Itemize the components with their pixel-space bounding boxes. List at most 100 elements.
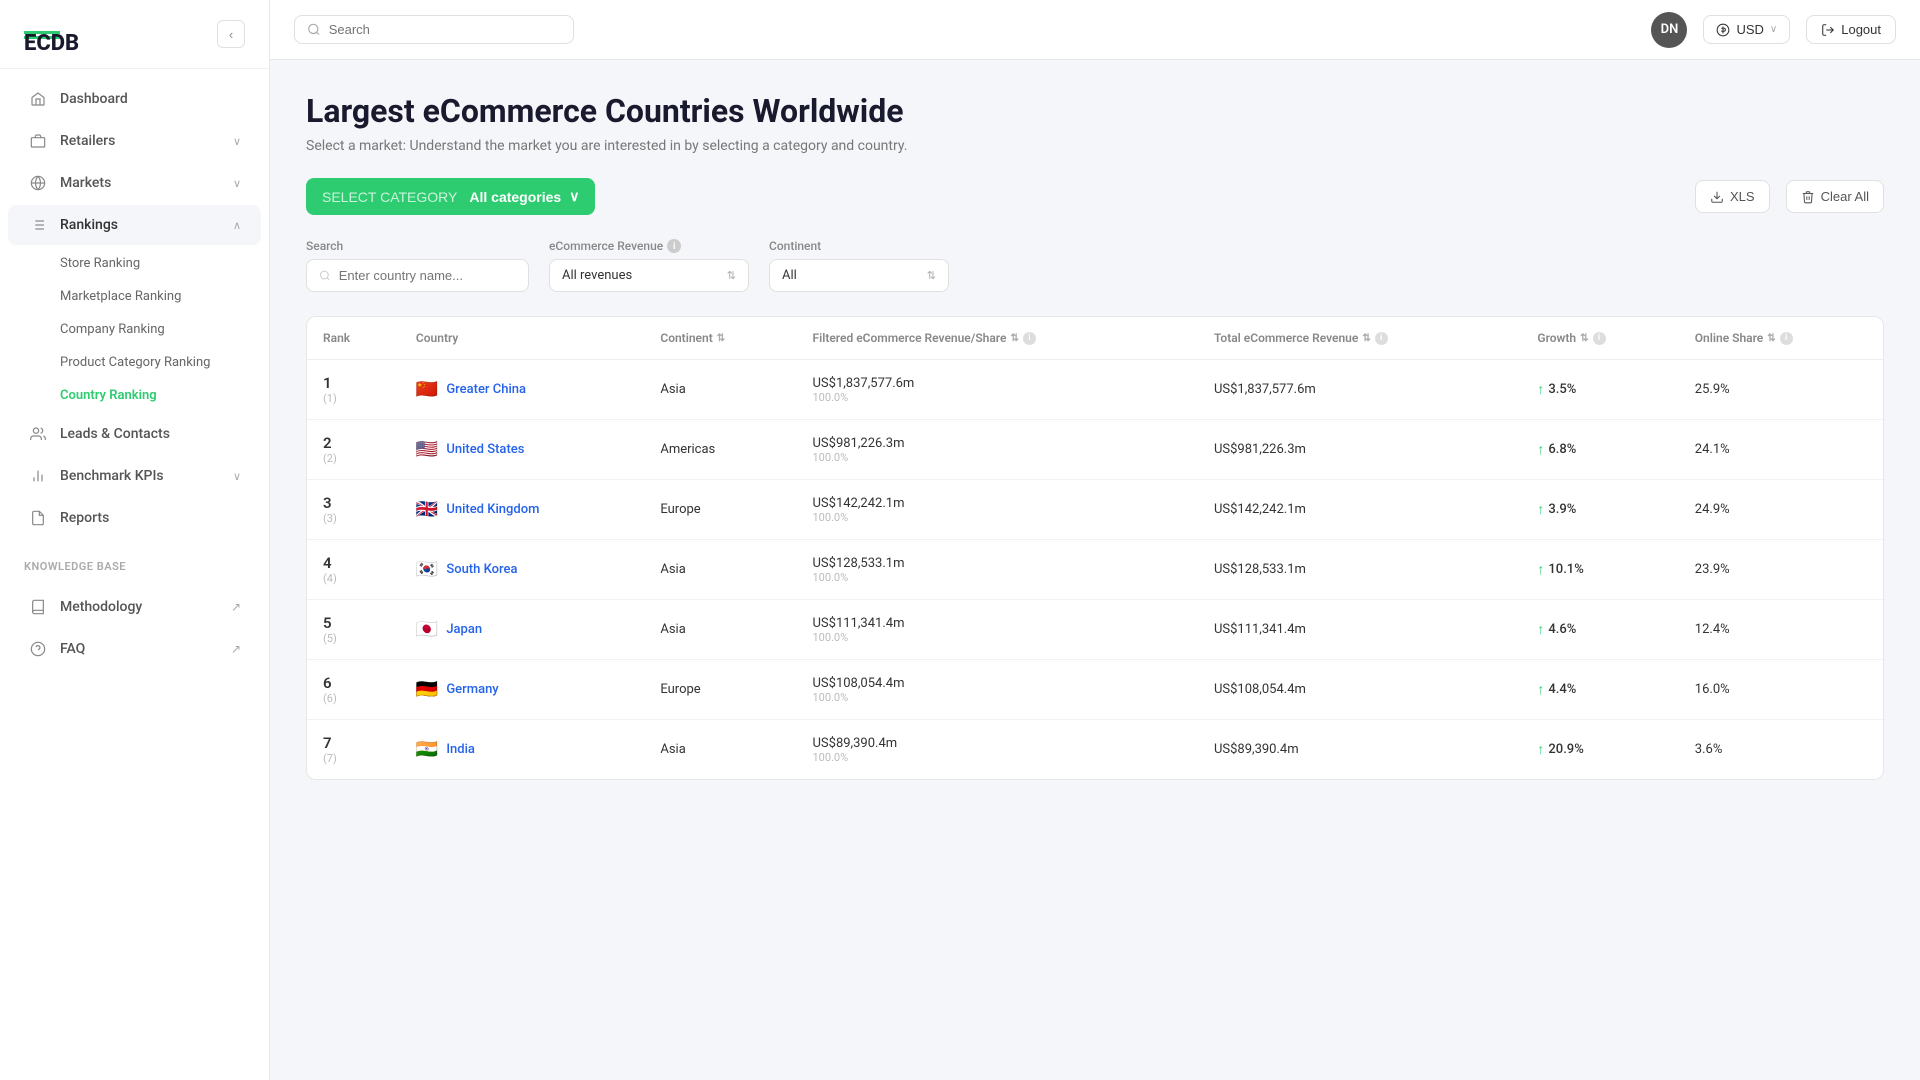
total-revenue-col-info-icon[interactable]: i xyxy=(1375,332,1388,345)
filtered-revenue-share: 100.0% xyxy=(812,391,1181,404)
clear-all-button[interactable]: Clear All xyxy=(1786,180,1884,213)
sidebar-item-methodology[interactable]: Methodology ↗ xyxy=(8,587,261,627)
country-link[interactable]: United Kingdom xyxy=(446,502,539,517)
sidebar-item-leads-contacts-label: Leads & Contacts xyxy=(60,426,241,442)
sidebar-item-rankings[interactable]: Rankings ∧ xyxy=(8,205,261,245)
total-revenue-cell: US$108,054.4m xyxy=(1198,660,1521,720)
select-category-button[interactable]: SELECT CATEGORY All categories ∨ xyxy=(306,178,595,215)
xls-button[interactable]: XLS xyxy=(1695,180,1770,213)
filtered-revenue-main: US$89,390.4m xyxy=(812,736,1181,751)
page-content: Largest eCommerce Countries Worldwide Se… xyxy=(270,60,1920,1080)
rank-cell: 7 (7) xyxy=(307,720,400,780)
online-share-cell: 23.9% xyxy=(1679,540,1883,600)
col-growth: Growth ⇅ i xyxy=(1521,317,1678,360)
online-share-col-sort-icon[interactable]: ⇅ xyxy=(1767,333,1775,344)
filter-search-input[interactable] xyxy=(339,268,516,283)
avatar[interactable]: DN xyxy=(1651,12,1687,48)
rankings-submenu: Store Ranking Marketplace Ranking Compan… xyxy=(50,247,269,412)
nav-section-main: Dashboard Retailers ∨ Markets ∨ Rankings… xyxy=(0,69,269,548)
sidebar-item-retailers[interactable]: Retailers ∨ xyxy=(8,121,261,161)
country-link[interactable]: Greater China xyxy=(446,382,526,397)
country-link[interactable]: India xyxy=(446,742,475,757)
total-revenue-cell: US$981,226.3m xyxy=(1198,420,1521,480)
growth-arrow-icon: ↑ xyxy=(1537,381,1544,398)
online-share-cell: 25.9% xyxy=(1679,360,1883,420)
growth-arrow-icon: ↑ xyxy=(1537,681,1544,698)
growth-arrow-icon: ↑ xyxy=(1537,441,1544,458)
growth-col-sort-icon[interactable]: ⇅ xyxy=(1580,333,1588,344)
rank-cell: 3 (3) xyxy=(307,480,400,540)
rank-number: 5 xyxy=(323,614,384,632)
filtered-revenue-main: US$108,054.4m xyxy=(812,676,1181,691)
continent-col-sort-icon[interactable]: ⇅ xyxy=(717,333,725,344)
rank-cell: 1 (1) xyxy=(307,360,400,420)
country-link[interactable]: United States xyxy=(446,442,524,457)
online-share-cell: 24.9% xyxy=(1679,480,1883,540)
currency-button[interactable]: USD ∨ xyxy=(1703,15,1790,44)
search-input[interactable] xyxy=(329,22,561,37)
sidebar-item-faq[interactable]: FAQ ↗ xyxy=(8,629,261,669)
select-category-label: SELECT CATEGORY xyxy=(322,189,457,205)
table-row: 5 (5) 🇯🇵 Japan Asia US$111,341.4m 100.0%… xyxy=(307,600,1883,660)
sidebar-collapse-button[interactable]: ‹ xyxy=(217,20,245,48)
table-row: 4 (4) 🇰🇷 South Korea Asia US$128,533.1m … xyxy=(307,540,1883,600)
growth-col-info-icon[interactable]: i xyxy=(1593,332,1606,345)
country-cell: 🇩🇪 Germany xyxy=(400,660,644,720)
country-link[interactable]: South Korea xyxy=(446,562,517,577)
sidebar-item-store-ranking[interactable]: Store Ranking xyxy=(50,248,269,279)
sidebar-item-country-ranking[interactable]: Country Ranking xyxy=(50,380,269,411)
total-revenue-cell: US$1,837,577.6m xyxy=(1198,360,1521,420)
continent-sort-icon: ⇅ xyxy=(927,269,936,282)
country-flag: 🇬🇧 xyxy=(416,499,438,520)
logout-button[interactable]: Logout xyxy=(1806,15,1896,44)
sidebar-item-dashboard[interactable]: Dashboard xyxy=(8,79,261,119)
users-icon xyxy=(28,424,48,444)
rankings-chevron-icon: ∧ xyxy=(233,219,241,232)
filtered-revenue-col-info-icon[interactable]: i xyxy=(1023,332,1036,345)
rank-cell: 6 (6) xyxy=(307,660,400,720)
total-revenue-main: US$1,837,577.6m xyxy=(1214,382,1505,397)
dollar-icon xyxy=(1716,23,1730,37)
growth-arrow-icon: ↑ xyxy=(1537,561,1544,578)
filtered-revenue-cell: US$111,341.4m 100.0% xyxy=(796,600,1197,660)
online-share-col-info-icon[interactable]: i xyxy=(1780,332,1793,345)
markets-chevron-icon: ∨ xyxy=(233,177,241,190)
online-share-cell: 16.0% xyxy=(1679,660,1883,720)
category-chevron-icon: ∨ xyxy=(569,188,579,205)
rank-prev: (2) xyxy=(323,452,384,465)
filtered-revenue-col-sort-icon[interactable]: ⇅ xyxy=(1010,333,1018,344)
external-link-icon: ↗ xyxy=(231,600,241,614)
country-link[interactable]: Japan xyxy=(446,622,482,637)
sidebar-item-markets[interactable]: Markets ∨ xyxy=(8,163,261,203)
sidebar-item-reports[interactable]: Reports xyxy=(8,498,261,538)
retailers-chevron-icon: ∨ xyxy=(233,135,241,148)
global-search-box[interactable] xyxy=(294,15,574,44)
filtered-revenue-main: US$981,226.3m xyxy=(812,436,1181,451)
globe-icon xyxy=(28,173,48,193)
filter-continent-select[interactable]: All ⇅ xyxy=(769,259,949,292)
rank-number: 7 xyxy=(323,734,384,752)
filter-revenue-select[interactable]: All revenues ⇅ xyxy=(549,259,749,292)
continent-cell: Europe xyxy=(644,480,796,540)
clear-all-label: Clear All xyxy=(1821,189,1869,204)
sidebar-item-benchmark-kpis[interactable]: Benchmark KPIs ∨ xyxy=(8,456,261,496)
benchmark-chevron-icon: ∨ xyxy=(233,470,241,483)
sidebar-item-leads-contacts[interactable]: Leads & Contacts xyxy=(8,414,261,454)
country-link[interactable]: Germany xyxy=(446,682,498,697)
country-cell: 🇮🇳 India xyxy=(400,720,644,780)
filter-search-input-wrap[interactable] xyxy=(306,259,529,292)
sidebar-item-marketplace-ranking[interactable]: Marketplace Ranking xyxy=(50,281,269,312)
online-share-cell: 3.6% xyxy=(1679,720,1883,780)
sidebar-item-company-ranking[interactable]: Company Ranking xyxy=(50,314,269,345)
sidebar-item-product-category-ranking[interactable]: Product Category Ranking xyxy=(50,347,269,378)
filtered-revenue-cell: US$142,242.1m 100.0% xyxy=(796,480,1197,540)
revenue-info-icon[interactable]: i xyxy=(667,239,681,253)
continent-cell: Europe xyxy=(644,660,796,720)
total-revenue-col-sort-icon[interactable]: ⇅ xyxy=(1362,333,1370,344)
knowledge-base-section: Methodology ↗ FAQ ↗ xyxy=(0,577,269,679)
filtered-revenue-share: 100.0% xyxy=(812,631,1181,644)
col-filtered-revenue: Filtered eCommerce Revenue/Share ⇅ i xyxy=(796,317,1197,360)
sidebar: ECDB ‹ Dashboard Retailers ∨ Markets ∨ xyxy=(0,0,270,1080)
col-country: Country xyxy=(400,317,644,360)
rank-prev: (4) xyxy=(323,572,384,585)
